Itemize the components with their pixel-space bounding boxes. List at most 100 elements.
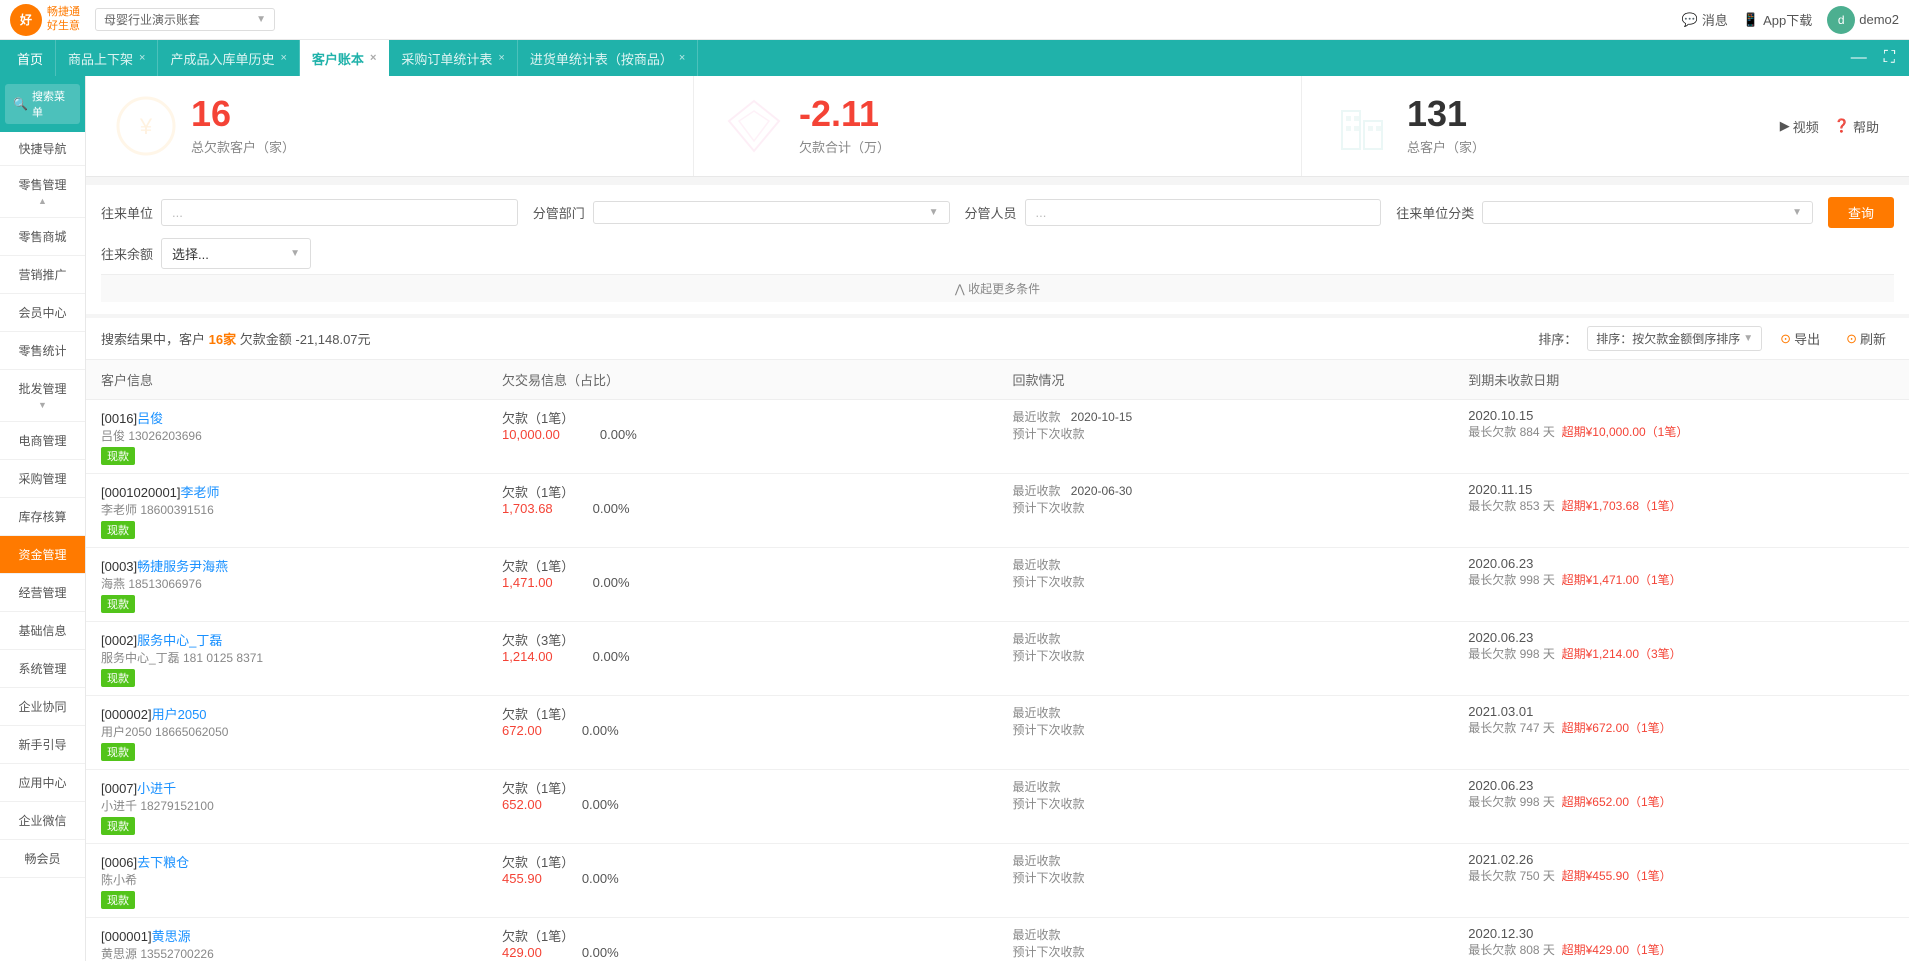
expire-date: 2020.11.15	[1468, 482, 1894, 497]
sidebar-item-enterprise-collab[interactable]: 企业协同	[0, 688, 85, 726]
close-icon[interactable]: ×	[370, 52, 376, 64]
sidebar-item-finance-mgmt[interactable]: 资金管理	[0, 536, 85, 574]
status-badge: 现款	[101, 595, 135, 613]
tab-produce-history[interactable]: 产成品入库单历史 ×	[158, 40, 299, 76]
maximize-btn[interactable]: ⛶	[1878, 47, 1901, 69]
message-btn[interactable]: 💬 消息	[1682, 10, 1728, 29]
chevron-down-icon: ▼	[256, 14, 266, 25]
collapse-up-icon: ⋀	[955, 282, 965, 296]
owe-percentage: 0.00%	[593, 575, 630, 590]
view-video-btn[interactable]: ▶ 视频	[1780, 117, 1819, 136]
customer-info-cell: [0001020001]李老师 李老师 18600391516 现款	[86, 474, 487, 548]
sidebar-item-batch-mgmt[interactable]: 批发管理 ▼	[0, 370, 85, 422]
customer-phone: 用户2050 18665062050	[101, 723, 472, 740]
customer-name-link[interactable]: 黄思源	[152, 929, 191, 944]
overdue-link[interactable]: 超期¥1,214.00（3笔）	[1562, 647, 1682, 661]
overdue-link[interactable]: 超期¥652.00（1笔）	[1562, 795, 1672, 809]
customer-name-link[interactable]: 去下粮仓	[137, 855, 189, 870]
customer-name-link[interactable]: 吕俊	[137, 411, 163, 426]
return-info-cell: 最近收款 预计下次收款	[997, 696, 1453, 770]
customer-name-link[interactable]: 畅捷服务尹海燕	[137, 559, 228, 574]
next-payment-label: 预计下次收款	[1012, 573, 1438, 590]
logo-area: 好 畅捷通好生意	[10, 4, 95, 36]
demo-selector[interactable]: 母婴行业演示账套 ▼	[95, 8, 275, 31]
sort-select[interactable]: 排序：按欠款金额倒序排序 ▼	[1587, 326, 1762, 351]
app-download-btn[interactable]: 📱 App下载	[1743, 10, 1812, 29]
search-button[interactable]: 查询	[1828, 197, 1894, 228]
owe-amount: 1,703.68	[502, 501, 553, 516]
tab-product-listing[interactable]: 商品上下架 ×	[56, 40, 158, 76]
help-btn[interactable]: ❓ 帮助	[1834, 117, 1879, 136]
expire-date: 2020.06.23	[1468, 556, 1894, 571]
overdue-link[interactable]: 超期¥455.90（1笔）	[1562, 869, 1672, 883]
overdue-link[interactable]: 超期¥1,703.68（1笔）	[1562, 499, 1682, 513]
return-info-cell: 最近收款 预计下次收款	[997, 844, 1453, 918]
overdue-link[interactable]: 超期¥1,471.00（1笔）	[1562, 573, 1682, 587]
filter-row-1: 往来单位 ... 分管部门 ▼ 分管人员 ...	[101, 197, 1894, 228]
chevron-down-icon: ▼	[1743, 333, 1753, 344]
customer-name-link[interactable]: 小进千	[137, 781, 176, 796]
expire-date-cell: 2020.06.23 最长欠款 998 天 超期¥1,214.00（3笔）	[1453, 622, 1909, 696]
tab-home[interactable]: 首页	[5, 40, 56, 76]
status-badge: 现款	[101, 743, 135, 761]
user-avatar-btn[interactable]: d demo2	[1827, 6, 1899, 34]
category-select[interactable]: ▼	[1482, 201, 1813, 224]
sidebar-item-purchase-mgmt[interactable]: 采购管理	[0, 460, 85, 498]
sidebar-item-marketing[interactable]: 营销推广	[0, 256, 85, 294]
refresh-btn[interactable]: ⊙ 刷新	[1838, 326, 1894, 351]
search-menu-input[interactable]: 🔍 搜索菜单	[5, 84, 80, 124]
customer-name-link[interactable]: 服务中心_丁磊	[137, 633, 222, 648]
close-icon[interactable]: ×	[679, 52, 685, 64]
sidebar-item-stock-check[interactable]: 库存核算	[0, 498, 85, 536]
close-icon[interactable]: ×	[139, 52, 145, 64]
customer-name-link[interactable]: 用户2050	[152, 707, 207, 722]
overdue-link[interactable]: 超期¥429.00（1笔）	[1562, 943, 1672, 957]
sidebar-item-retail-mgmt[interactable]: 零售管理 ▲	[0, 166, 85, 218]
customer-phone: 服务中心_丁磊 181 0125 8371	[101, 649, 472, 666]
sidebar-item-member-center[interactable]: 会员中心	[0, 294, 85, 332]
balance-select[interactable]: 选择... ▼	[161, 238, 311, 269]
return-info-cell: 最近收款 预计下次收款	[997, 548, 1453, 622]
table-row: [000001]黄思源 黄思源 13552700226 现款 欠款（1笔） 42…	[86, 918, 1909, 961]
debt-amount-info: -2.11 欠款合计（万）	[799, 96, 890, 156]
filter-row-2: 往来余额 选择... ▼	[101, 238, 1894, 269]
overdue-link[interactable]: 超期¥10,000.00（1笔）	[1562, 425, 1689, 439]
last-payment-label: 最近收款	[1012, 632, 1060, 646]
overdue-info: 最长欠款 853 天 超期¥1,703.68（1笔）	[1468, 497, 1894, 514]
logo-text: 畅捷通好生意	[47, 6, 80, 32]
sidebar-item-basic-info[interactable]: 基础信息	[0, 612, 85, 650]
sidebar-item-app-center[interactable]: 应用中心	[0, 764, 85, 802]
owe-count: 欠款（1笔）	[502, 926, 982, 945]
export-btn[interactable]: ⊙ 导出	[1772, 326, 1828, 351]
close-icon[interactable]: ×	[280, 52, 286, 64]
close-icon[interactable]: ×	[498, 52, 504, 64]
tab-customer-account[interactable]: 客户账本 ×	[300, 40, 389, 76]
owe-count: 欠款（1笔）	[502, 482, 982, 501]
sidebar-item-new-guide[interactable]: 新手引导	[0, 726, 85, 764]
dept-select[interactable]: ▼	[593, 201, 950, 224]
person-input[interactable]: ...	[1025, 199, 1382, 226]
source-unit-input[interactable]: ...	[161, 199, 518, 226]
owe-count: 欠款（1笔）	[502, 556, 982, 575]
sidebar-item-retail-mall[interactable]: 零售商城	[0, 218, 85, 256]
sidebar-item-ecommerce[interactable]: 电商管理	[0, 422, 85, 460]
chevron-down-icon: ▼	[1792, 207, 1802, 218]
collapse-filter-btn[interactable]: ⋀ 收起更多条件	[101, 274, 1894, 302]
video-icon: ▶	[1780, 118, 1790, 134]
sidebar-item-retail-stats[interactable]: 零售统计	[0, 332, 85, 370]
sidebar-item-vip-member[interactable]: 畅会员	[0, 840, 85, 878]
tab-stock-stats[interactable]: 进货单统计表（按商品） ×	[518, 40, 698, 76]
customer-info-cell: [0003]畅捷服务尹海燕 海燕 18513066976 现款	[86, 548, 487, 622]
sidebar-item-operations-mgmt[interactable]: 经营管理	[0, 574, 85, 612]
sidebar-item-quick-nav[interactable]: 快捷导航	[0, 132, 85, 166]
owe-amount: 1,471.00	[502, 575, 553, 590]
owe-percentage: 0.00%	[582, 871, 619, 886]
customer-name-link[interactable]: 李老师	[181, 485, 220, 500]
minimize-btn[interactable]: —	[1845, 47, 1873, 69]
overdue-link[interactable]: 超期¥672.00（1笔）	[1562, 721, 1672, 735]
owe-count: 欠款（1笔）	[502, 408, 982, 427]
sidebar-item-system-mgmt[interactable]: 系统管理	[0, 650, 85, 688]
sidebar-item-enterprise-wx[interactable]: 企业微信	[0, 802, 85, 840]
tab-purchase-stats[interactable]: 采购订单统计表 ×	[389, 40, 517, 76]
next-payment-label: 预计下次收款	[1012, 869, 1438, 886]
